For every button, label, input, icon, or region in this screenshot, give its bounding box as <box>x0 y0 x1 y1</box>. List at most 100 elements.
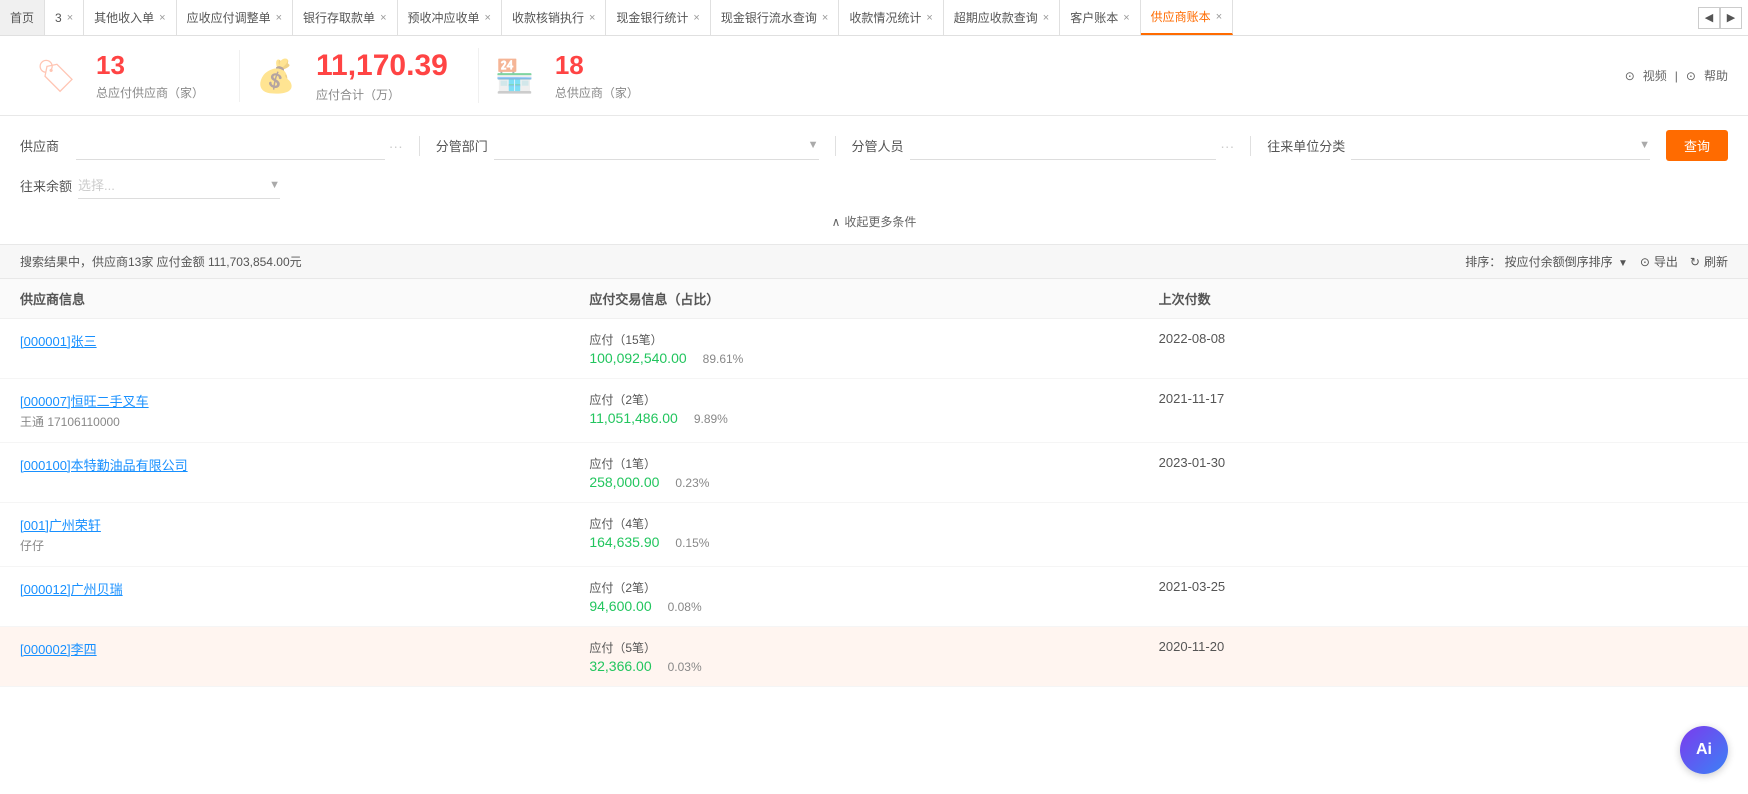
close-tab-payment-stat[interactable]: × <box>926 12 932 24</box>
video-link[interactable]: 视频 <box>1643 67 1667 84</box>
supplier-link-1[interactable]: [000007]恒旺二手叉车 <box>20 391 589 410</box>
nav-tab-overdue-ar[interactable]: 超期应收款查询× <box>944 0 1060 35</box>
supplier-link-4[interactable]: [000012]广州贝瑞 <box>20 579 589 598</box>
tx-label-1: 应付（2笔） <box>589 391 1158 408</box>
last-payment-1: 2021-11-17 <box>1159 391 1728 406</box>
tx-label-2: 应付（1笔） <box>589 455 1158 472</box>
export-button[interactable]: ⊙ 导出 <box>1640 253 1678 270</box>
close-tab-other-income[interactable]: × <box>159 12 165 24</box>
content-area: 供应商信息 应付交易信息（占比） 上次付数 [000001]张三应付（15笔）1… <box>0 279 1748 794</box>
stat-content-1: 11,170.39应付合计（万） <box>316 48 448 103</box>
balance-label: 往来余额 <box>20 176 72 195</box>
last-payment-5: 2020-11-20 <box>1159 639 1728 654</box>
stat-icon-1: 💰 <box>250 50 302 102</box>
tx-amount-3: 164,635.90 <box>589 534 659 550</box>
tx-amount-2: 258,000.00 <box>589 474 659 490</box>
sort-label-text: 排序： <box>1465 255 1501 269</box>
dept-filter-group: 分管部门 ▼ <box>436 132 819 160</box>
nav-tab-payment-stat[interactable]: 收款情况统计× <box>839 0 943 35</box>
nav-tab-bank-deposit[interactable]: 银行存取款单× <box>293 0 397 35</box>
close-tab-payment-verify[interactable]: × <box>589 12 595 24</box>
table-row: [000012]广州贝瑞应付（2笔）94,600.000.08%2021-03-… <box>0 567 1748 627</box>
table-area: 供应商信息 应付交易信息（占比） 上次付数 [000001]张三应付（15笔）1… <box>0 279 1748 687</box>
tx-label-3: 应付（4笔） <box>589 515 1158 532</box>
nav-tab-ar-ap-adjust[interactable]: 应收应付调整单× <box>177 0 293 35</box>
export-icon: ⊙ <box>1640 255 1650 269</box>
nav-tab-payment-verify[interactable]: 收款核销执行× <box>502 0 606 35</box>
dept-select[interactable]: ▼ <box>494 132 819 160</box>
nav-arrows: ◀ ▶ <box>1692 7 1748 29</box>
tx-cell-5: 应付（5笔）32,366.000.03% <box>589 639 1158 674</box>
stat-number-2: 18 <box>555 50 639 81</box>
supplier-filter-group: 供应商 ··· <box>20 132 403 160</box>
supplier-link-5[interactable]: [000002]李四 <box>20 639 589 658</box>
stats-bar: 🏷13总应付供应商（家）💰11,170.39应付合计（万）🏪18总供应商（家） … <box>0 36 1748 116</box>
nav-tab-cash-bank-flow[interactable]: 现金银行流水查询× <box>711 0 839 35</box>
supplier-cell-2: [000100]本特勤油品有限公司 <box>20 455 589 474</box>
stat-content-0: 13总应付供应商（家） <box>96 50 204 100</box>
close-tab-cash-bank-stat[interactable]: × <box>693 12 699 24</box>
chevron-up-icon: ∧ <box>832 215 841 229</box>
tx-amount-4: 94,600.00 <box>589 598 651 614</box>
th-transaction: 应付交易信息（占比） <box>589 289 1158 308</box>
close-tab-ar-ap-adjust[interactable]: × <box>276 12 282 24</box>
tx-label-5: 应付（5笔） <box>589 639 1158 656</box>
supplier-link-0[interactable]: [000001]张三 <box>20 331 589 350</box>
nav-tab-cash-bank-stat[interactable]: 现金银行统计× <box>606 0 710 35</box>
tx-percent-5: 0.03% <box>668 660 702 674</box>
help-link[interactable]: 帮助 <box>1704 67 1728 84</box>
person-input[interactable] <box>910 132 1217 160</box>
nav-tab-home[interactable]: 首页 <box>0 0 45 35</box>
export-label: 导出 <box>1654 253 1678 270</box>
ai-button[interactable]: Ai <box>1680 726 1728 774</box>
nav-tab-other-income[interactable]: 其他收入单× <box>84 0 176 35</box>
table-body: [000001]张三应付（15笔）100,092,540.0089.61% 202… <box>0 319 1748 687</box>
nav-tab-customer-ledger[interactable]: 客户账本× <box>1060 0 1140 35</box>
close-tab-bank-deposit[interactable]: × <box>380 12 386 24</box>
stat-icon-2: 🏪 <box>489 50 541 102</box>
close-tab-prepaid-ar[interactable]: × <box>485 12 491 24</box>
nav-tab-prepaid-ar[interactable]: 预收冲应收单× <box>398 0 502 35</box>
table-row: [000007]恒旺二手叉车王通 17106110000应付（2笔）11,051… <box>0 379 1748 443</box>
close-tab-supplier-ledger[interactable]: × <box>1216 11 1222 23</box>
filter-row-2: 往来余额 选择... ▼ <box>20 171 1728 199</box>
tx-cell-0: 应付（15笔）100,092,540.0089.61% <box>589 331 1158 366</box>
nav-tab-supplier-ledger[interactable]: 供应商账本× <box>1141 0 1233 35</box>
stat-content-2: 18总供应商（家） <box>555 50 639 100</box>
tx-cell-3: 应付（4笔）164,635.900.15% <box>589 515 1158 550</box>
nav-prev-arrow[interactable]: ◀ <box>1698 7 1720 29</box>
nav-tab-tab3[interactable]: 3× <box>45 0 84 35</box>
close-tab-cash-bank-flow[interactable]: × <box>822 12 828 24</box>
close-tab-overdue-ar[interactable]: × <box>1043 12 1049 24</box>
tx-label-0: 应付（15笔） <box>589 331 1158 348</box>
supplier-input[interactable] <box>76 132 385 160</box>
category-chevron-icon: ▼ <box>1639 139 1650 151</box>
close-tab-tab3[interactable]: × <box>67 12 73 24</box>
category-label: 往来单位分类 <box>1267 136 1345 155</box>
close-tab-customer-ledger[interactable]: × <box>1123 12 1129 24</box>
person-dots-icon[interactable]: ··· <box>1220 138 1234 154</box>
supplier-link-3[interactable]: [001]广州荣轩 <box>20 515 589 534</box>
tx-amount-1: 11,051,486.00 <box>589 410 678 426</box>
th-last-payment: 上次付数 <box>1159 289 1728 308</box>
filter-row-1: 供应商 ··· 分管部门 ▼ 分管人员 ··· <box>20 130 1728 161</box>
balance-filter-group: 往来余额 选择... ▼ <box>20 171 280 199</box>
tx-percent-0: 89.61% <box>703 352 744 366</box>
divider-2 <box>835 136 836 156</box>
nav-next-arrow[interactable]: ▶ <box>1720 7 1742 29</box>
sort-chevron-icon: ▼ <box>1618 258 1628 269</box>
supplier-link-2[interactable]: [000100]本特勤油品有限公司 <box>20 455 589 474</box>
supplier-dots-icon[interactable]: ··· <box>389 138 403 154</box>
top-nav: 首页3×其他收入单×应收应付调整单×银行存取款单×预收冲应收单×收款核销执行×现… <box>0 0 1748 36</box>
result-right: 排序： 按应付余额倒序排序 ▼ ⊙ 导出 ↻ 刷新 <box>1465 253 1728 270</box>
page-wrapper: 首页3×其他收入单×应收应付调整单×银行存取款单×预收冲应收单×收款核销执行×现… <box>0 0 1748 794</box>
supplier-sub-3: 仔仔 <box>20 537 589 554</box>
filter-area: 供应商 ··· 分管部门 ▼ 分管人员 ··· <box>0 116 1748 245</box>
sort-value-text[interactable]: 按应付余额倒序排序 <box>1505 255 1613 269</box>
category-select[interactable]: ▼ <box>1351 132 1650 160</box>
search-button[interactable]: 查询 <box>1666 130 1728 161</box>
balance-select[interactable]: 选择... ▼ <box>78 171 280 199</box>
refresh-button[interactable]: ↻ 刷新 <box>1690 253 1728 270</box>
tx-percent-4: 0.08% <box>668 600 702 614</box>
collapse-button[interactable]: ∧ 收起更多条件 <box>820 209 929 234</box>
